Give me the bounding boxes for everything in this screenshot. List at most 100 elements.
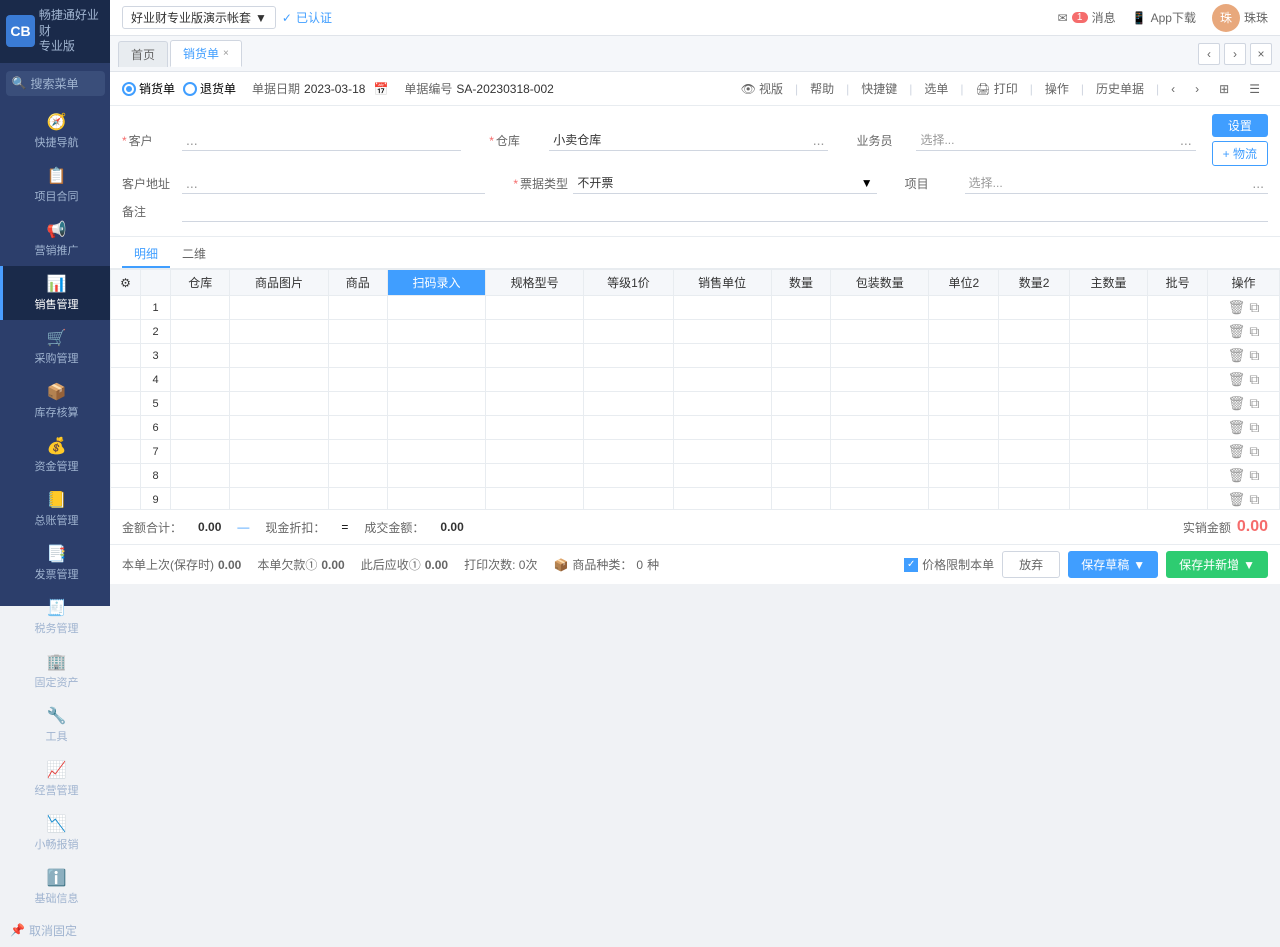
company-selector[interactable]: 好业财专业版演示帐套 ▼	[122, 6, 276, 29]
staff-field: 业务员 选择... ...	[856, 129, 1195, 151]
th-spec[interactable]: 规格型号	[486, 270, 584, 296]
invoice-select[interactable]: 不开票 ▼	[573, 172, 876, 194]
save-new-button[interactable]: 保存并新增 ▼	[1166, 551, 1268, 578]
radio-return[interactable]: 退货单	[183, 80, 236, 97]
list-view-button[interactable]: ☰	[1241, 80, 1268, 98]
sidebar-item-marketing[interactable]: 📢 营销推广	[0, 212, 110, 266]
th-warehouse[interactable]: 仓库	[171, 270, 230, 296]
tab-prev-button[interactable]: ‹	[1198, 43, 1220, 65]
view-button[interactable]: 👁视版	[733, 78, 791, 99]
delete-icon[interactable]: 🗑	[1228, 395, 1246, 412]
phone-icon: 📱	[1132, 11, 1147, 25]
warehouse-input[interactable]: 小卖仓库 ...	[549, 129, 828, 151]
th-batch[interactable]: 批号	[1148, 270, 1207, 296]
search-menu-item[interactable]: 🔍 搜索菜单	[6, 71, 105, 96]
sidebar-item-finance[interactable]: 💰 资金管理	[0, 428, 110, 482]
copy-icon[interactable]: ⧉	[1249, 395, 1259, 412]
delete-icon[interactable]: 🗑	[1228, 323, 1246, 340]
remark-input[interactable]	[182, 200, 1268, 222]
sidebar-item-ledger[interactable]: 📒 总账管理	[0, 482, 110, 536]
sidebar-item-expense[interactable]: 📉 小畅报销	[0, 806, 110, 860]
tab-next-button[interactable]: ›	[1224, 43, 1246, 65]
tab-sales-order[interactable]: 销货单 ×	[170, 40, 242, 67]
delete-icon[interactable]: 🗑	[1228, 371, 1246, 388]
save-draft-button[interactable]: 保存草稿 ▼	[1068, 551, 1158, 578]
copy-icon[interactable]: ⧉	[1249, 347, 1259, 364]
delete-icon[interactable]: 🗑	[1228, 299, 1246, 316]
th-scan[interactable]: 扫码录入	[388, 270, 486, 296]
sidebar-item-tax[interactable]: 🧾 税务管理	[0, 590, 110, 644]
th-qty2[interactable]: 数量2	[999, 270, 1069, 296]
sidebar-item-purchase[interactable]: 🛒 采购管理	[0, 320, 110, 374]
sidebar-item-nav[interactable]: 🧭 快捷导航	[0, 104, 110, 158]
sidebar-bottom: 📉 小畅报销 ℹ️ 基础信息 📌 取消固定	[0, 806, 110, 947]
calendar-icon[interactable]: 📅	[373, 82, 388, 96]
delete-icon[interactable]: 🗑	[1228, 443, 1246, 460]
price-check-checkbox[interactable]: ✓	[904, 558, 918, 572]
shortcut-button[interactable]: 快捷键	[853, 78, 905, 99]
prev-record-button[interactable]: ‹	[1163, 80, 1183, 98]
sidebar-item-inventory[interactable]: 📦 库存核算	[0, 374, 110, 428]
print-button[interactable]: 🖨打印	[968, 78, 1026, 99]
th-unit2[interactable]: 单位2	[929, 270, 999, 296]
copy-icon[interactable]: ⧉	[1249, 491, 1259, 508]
tab-detail[interactable]: 明细	[122, 241, 170, 268]
info-icon[interactable]: —	[237, 520, 249, 534]
operation-button[interactable]: 操作	[1037, 78, 1077, 99]
copy-icon[interactable]: ⧉	[1249, 299, 1259, 316]
user-action[interactable]: 珠 珠珠	[1212, 4, 1268, 32]
project-input[interactable]: 选择... ...	[965, 172, 1268, 194]
delete-icon[interactable]: 🗑	[1228, 419, 1246, 436]
invoice-field: *票据类型 不开票 ▼	[513, 172, 876, 194]
app-download-action[interactable]: 📱 App下载	[1132, 9, 1196, 26]
discount-label: 现金折扣：	[265, 519, 325, 536]
tab-close-button[interactable]: ×	[223, 48, 229, 59]
warehouse-dots[interactable]: ...	[813, 132, 825, 148]
th-settings[interactable]: ⚙	[111, 270, 141, 296]
sidebar-item-project[interactable]: 📋 项目合同	[0, 158, 110, 212]
select-button[interactable]: 选单	[916, 78, 956, 99]
sidebar-item-assets[interactable]: 🏢 固定资产	[0, 644, 110, 698]
history-button[interactable]: 历史单据	[1088, 78, 1152, 99]
th-product[interactable]: 商品	[328, 270, 387, 296]
copy-icon[interactable]: ⧉	[1249, 443, 1259, 460]
copy-icon[interactable]: ⧉	[1249, 371, 1259, 388]
th-pack-qty[interactable]: 包装数量	[831, 270, 929, 296]
setup-button[interactable]: 设置	[1212, 114, 1268, 137]
sidebar-item-invoice[interactable]: 📑 发票管理	[0, 536, 110, 590]
staff-dots[interactable]: ...	[1180, 132, 1192, 148]
radio-sales[interactable]: 销货单	[122, 80, 175, 97]
message-action[interactable]: ✉ 1 消息	[1058, 9, 1116, 26]
sidebar-item-tools[interactable]: 🔧 工具	[0, 698, 110, 752]
pin-button[interactable]: 📌 取消固定	[0, 914, 110, 947]
th-product-image[interactable]: 商品图片	[230, 270, 328, 296]
grid-view-button[interactable]: ⊞	[1211, 80, 1237, 98]
add-logistics-button[interactable]: + 物流	[1212, 141, 1268, 166]
th-main-qty[interactable]: 主数量	[1069, 270, 1148, 296]
address-input[interactable]: ...	[182, 172, 485, 194]
copy-icon[interactable]: ⧉	[1249, 467, 1259, 484]
th-price[interactable]: 等级1价	[584, 270, 674, 296]
delete-icon[interactable]: 🗑	[1228, 491, 1246, 508]
sidebar-item-sales[interactable]: 📊 销售管理	[0, 266, 110, 320]
copy-icon[interactable]: ⧉	[1249, 419, 1259, 436]
customer-dots[interactable]: ...	[186, 132, 198, 148]
tab-home[interactable]: 首页	[118, 41, 168, 67]
tab-close-all-button[interactable]: ×	[1250, 43, 1272, 65]
sidebar-item-management[interactable]: 📈 经营管理	[0, 752, 110, 806]
address-dots[interactable]: ...	[186, 175, 198, 191]
staff-input[interactable]: 选择... ...	[916, 129, 1195, 151]
help-button[interactable]: 帮助	[802, 78, 842, 99]
discard-button[interactable]: 放弃	[1002, 551, 1060, 578]
next-record-button[interactable]: ›	[1187, 80, 1207, 98]
copy-icon[interactable]: ⧉	[1249, 323, 1259, 340]
customer-input[interactable]: ...	[182, 129, 461, 151]
project-dots[interactable]: ...	[1252, 175, 1264, 191]
delete-icon[interactable]: 🗑	[1228, 467, 1246, 484]
tab-2d[interactable]: 二维	[170, 241, 218, 268]
th-qty[interactable]: 数量	[771, 270, 830, 296]
sidebar-item-basic[interactable]: ℹ️ 基础信息	[0, 860, 110, 914]
th-unit[interactable]: 销售单位	[673, 270, 771, 296]
data-table: ⚙ 仓库 商品图片 商品 扫码录入 规	[110, 269, 1280, 509]
delete-icon[interactable]: 🗑	[1228, 347, 1246, 364]
